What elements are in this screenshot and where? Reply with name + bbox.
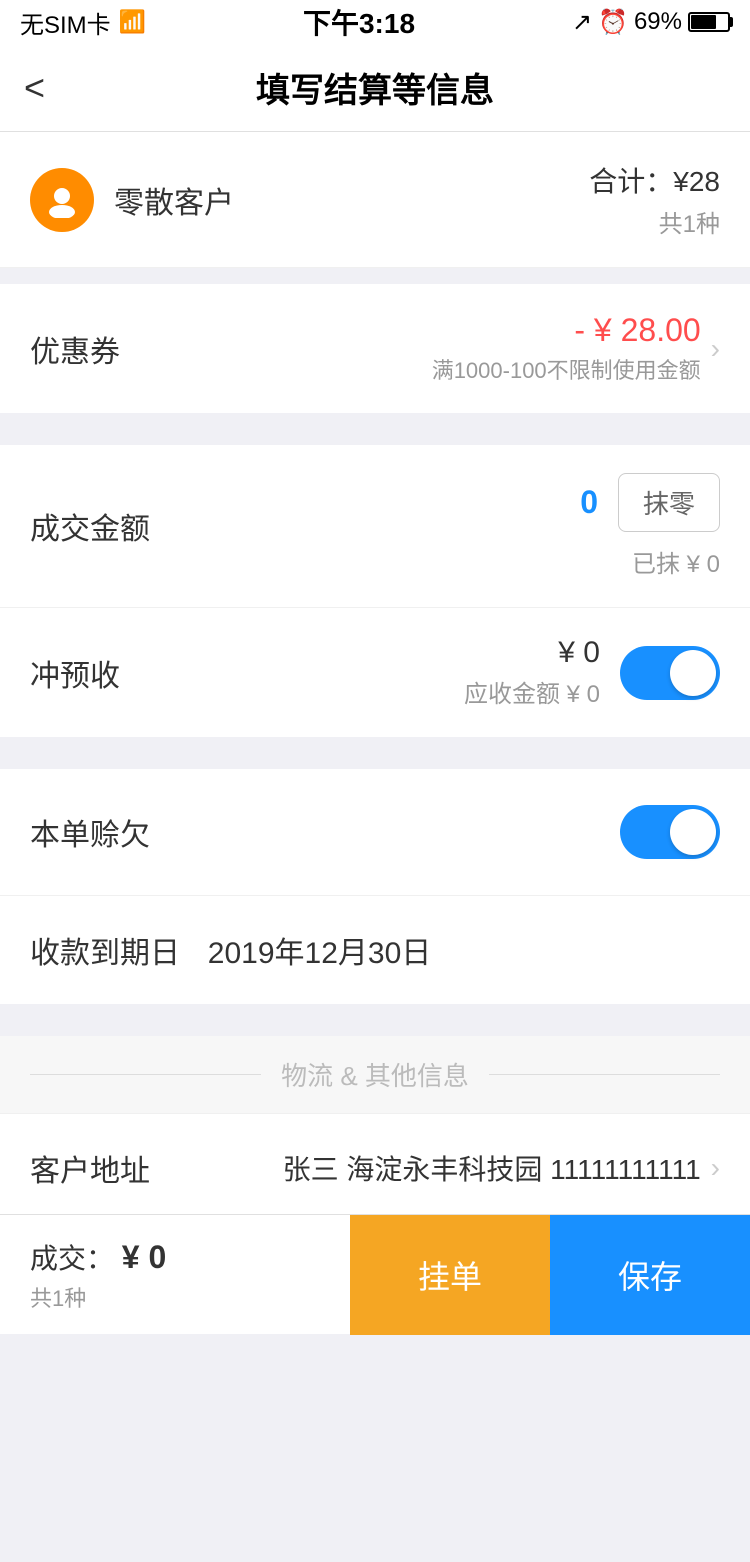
divider-line-left xyxy=(30,1074,261,1075)
logistics-header: 物流 & 其他信息 xyxy=(0,1036,750,1113)
coupon-right-inner: - ¥ 28.00 满1000-100不限制使用金额 xyxy=(432,312,701,385)
section-divider-1 xyxy=(0,429,750,445)
prepay-label: 冲预收 xyxy=(30,651,120,695)
deal-amount-value[interactable]: 0 xyxy=(558,484,598,521)
customer-section: 零散客户 合计：¥28 共1种 xyxy=(0,132,750,268)
due-date-value: 2019年12月30日 xyxy=(208,937,431,970)
toggle-knob xyxy=(670,650,716,696)
deal-amount-sub: 已抹 ¥ 0 xyxy=(632,544,720,579)
coupon-section[interactable]: 优惠券 - ¥ 28.00 满1000-100不限制使用金额 › xyxy=(0,284,750,413)
bottom-deal-label: 成交： xyxy=(30,1243,114,1274)
debit-toggle[interactable] xyxy=(620,805,720,859)
bottom-count: 共1种 xyxy=(30,1281,320,1313)
status-left: 无SIM卡 📶 xyxy=(20,5,146,40)
nav-bar: < 填写结算等信息 xyxy=(0,44,750,132)
content: 零散客户 合计：¥28 共1种 优惠券 - ¥ 28.00 满1000-100不… xyxy=(0,132,750,1562)
customer-total: 合计：¥28 xyxy=(589,160,720,200)
status-time: 下午3:18 xyxy=(303,2,415,42)
location-icon: ↗ xyxy=(572,8,592,37)
customer-row: 零散客户 合计：¥28 共1种 xyxy=(0,132,750,268)
coupon-label: 优惠券 xyxy=(30,327,120,371)
due-date-label: 收款到期日 xyxy=(30,937,180,970)
coupon-desc: 满1000-100不限制使用金额 xyxy=(432,353,701,385)
hold-button[interactable]: 挂单 xyxy=(350,1215,550,1335)
customer-count: 共1种 xyxy=(589,204,720,239)
bottom-summary: 成交： ¥ 0 共1种 xyxy=(0,1237,350,1313)
prepay-amount: ¥ 0 xyxy=(464,636,600,670)
address-label: 客户地址 xyxy=(30,1146,150,1190)
form-section: 成交金额 0 抹零 已抹 ¥ 0 冲预收 ¥ 0 应收金额 ¥ 0 xyxy=(0,445,750,737)
address-chevron-icon: › xyxy=(711,1152,720,1184)
prepay-receivable: 应收金额 ¥ 0 xyxy=(464,674,600,709)
debit-label: 本单赊欠 xyxy=(30,810,150,854)
coupon-discount: - ¥ 28.00 xyxy=(432,312,701,349)
divider-line-right xyxy=(489,1074,720,1075)
address-value: 张三 海淀永丰科技园 11111111111 xyxy=(283,1148,701,1188)
save-button[interactable]: 保存 xyxy=(550,1215,750,1335)
battery-icon xyxy=(688,12,730,32)
prepay-toggle[interactable] xyxy=(620,646,720,700)
debit-row: 本单赊欠 xyxy=(0,769,750,895)
round-zero-button[interactable]: 抹零 xyxy=(618,473,720,532)
debit-toggle-knob xyxy=(670,809,716,855)
deal-amount-right: 0 抹零 xyxy=(558,473,720,532)
bottom-bar: 成交： ¥ 0 共1种 挂单 保存 xyxy=(0,1214,750,1334)
section-divider-2 xyxy=(0,753,750,769)
coupon-row[interactable]: 优惠券 - ¥ 28.00 满1000-100不限制使用金额 › xyxy=(0,284,750,413)
page-title: 填写结算等信息 xyxy=(256,63,494,112)
bottom-deal-row: 成交： ¥ 0 xyxy=(30,1237,320,1277)
debit-section: 本单赊欠 收款到期日 2019年12月30日 xyxy=(0,769,750,1004)
address-right: 张三 海淀永丰科技园 11111111111 › xyxy=(253,1148,720,1188)
address-row[interactable]: 客户地址 张三 海淀永丰科技园 11111111111 › xyxy=(0,1113,750,1222)
section-divider-3 xyxy=(0,1020,750,1036)
customer-left: 零散客户 xyxy=(30,168,234,232)
battery-percent: 69% xyxy=(634,8,682,36)
back-button[interactable]: < xyxy=(24,67,45,109)
customer-right: 合计：¥28 共1种 xyxy=(589,160,720,239)
deal-amount-label: 成交金额 xyxy=(30,504,150,548)
avatar xyxy=(30,168,94,232)
logistics-label: 物流 & 其他信息 xyxy=(281,1056,469,1093)
prepay-row: 冲预收 ¥ 0 应收金额 ¥ 0 xyxy=(0,608,750,737)
status-bar: 无SIM卡 📶 下午3:18 ↗ ⏰ 69% xyxy=(0,0,750,44)
wifi-icon: 📶 xyxy=(119,9,146,35)
due-date-row: 收款到期日 2019年12月30日 xyxy=(0,895,750,1004)
coupon-right: - ¥ 28.00 满1000-100不限制使用金额 › xyxy=(432,312,720,385)
sim-text: 无SIM卡 xyxy=(20,5,111,40)
alarm-icon: ⏰ xyxy=(598,8,628,37)
customer-name: 零散客户 xyxy=(114,178,234,222)
chevron-right-icon: › xyxy=(711,333,720,365)
status-right: ↗ ⏰ 69% xyxy=(572,8,730,37)
bottom-deal-amount: ¥ 0 xyxy=(122,1239,166,1275)
deal-amount-row: 成交金额 0 抹零 已抹 ¥ 0 xyxy=(0,445,750,608)
